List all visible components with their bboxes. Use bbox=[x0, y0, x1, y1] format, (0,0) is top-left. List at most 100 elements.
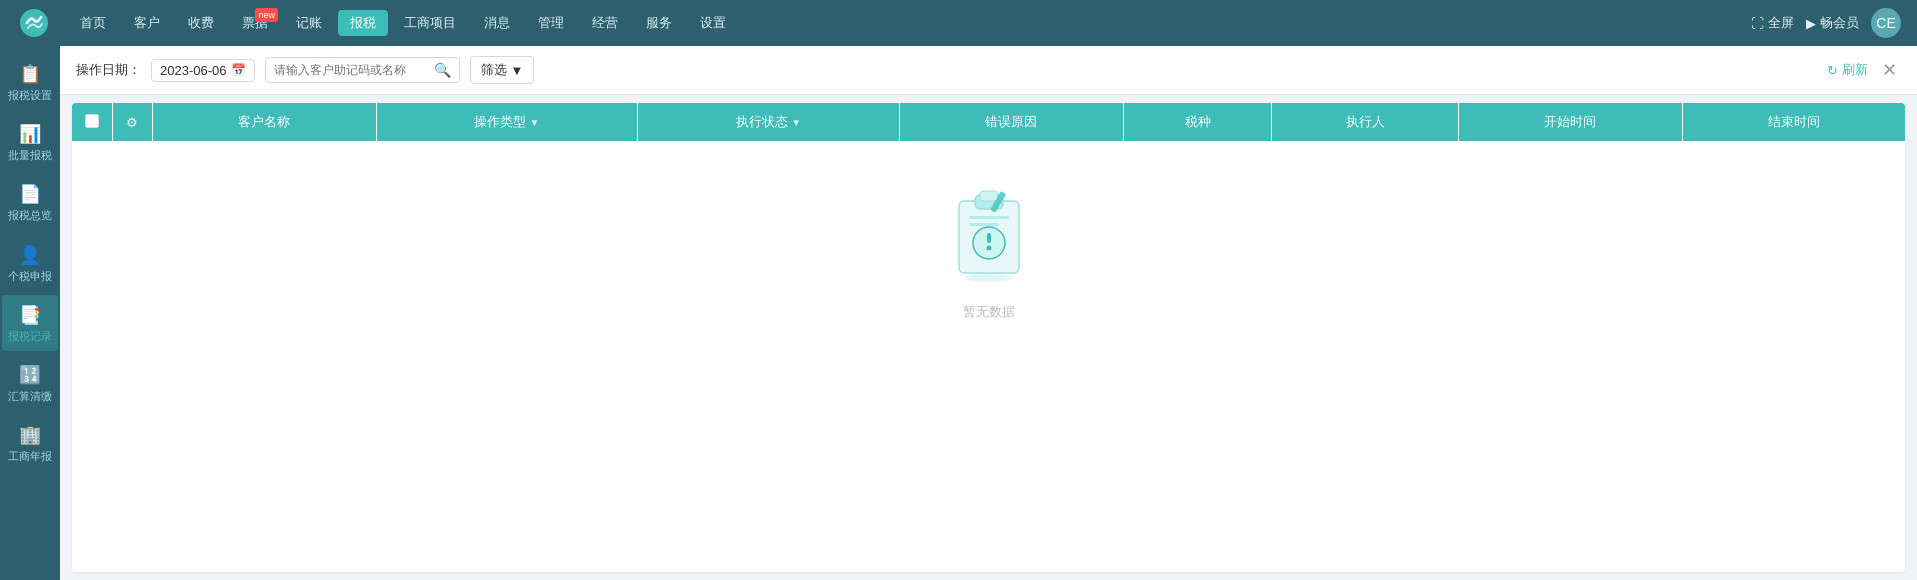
sidebar-icon-5: 🔢 bbox=[18, 363, 42, 387]
empty-illustration bbox=[939, 181, 1039, 291]
th-executor-label: 执行人 bbox=[1346, 113, 1385, 131]
sidebar-item-批量报税[interactable]: 📊 批量报税 bbox=[2, 114, 58, 170]
search-wrap: 🔍 bbox=[265, 57, 460, 83]
sidebar-icon-0: 📋 bbox=[18, 62, 42, 86]
sidebar-label-6: 工商年报 bbox=[8, 450, 52, 463]
member-label: 畅会员 bbox=[1820, 14, 1859, 32]
date-label: 操作日期： bbox=[76, 61, 141, 79]
sidebar-icon-3: 👤 bbox=[18, 243, 42, 267]
sidebar-icon-1: 📊 bbox=[18, 122, 42, 146]
nav-item-首页[interactable]: 首页 bbox=[68, 10, 118, 36]
sidebar-label-4: 报税记录 bbox=[8, 330, 52, 343]
th-start-time: 开始时间 bbox=[1458, 103, 1682, 141]
member-icon: ▶ bbox=[1806, 16, 1816, 31]
filter-operation-icon[interactable]: ▼ bbox=[529, 117, 539, 128]
nav-item-设置[interactable]: 设置 bbox=[688, 10, 738, 36]
th-operation-type-label: 操作类型 bbox=[474, 113, 526, 131]
th-end-time: 结束时间 bbox=[1682, 103, 1905, 141]
nav-item-消息[interactable]: 消息 bbox=[472, 10, 522, 36]
date-input[interactable]: 2023-06-06 📅 bbox=[151, 59, 255, 82]
refresh-button[interactable]: ↻ 刷新 bbox=[1827, 61, 1868, 79]
th-tax-type: 税种 bbox=[1124, 103, 1272, 141]
nav-item-票据[interactable]: 票据new bbox=[230, 10, 280, 36]
refresh-label: 刷新 bbox=[1842, 61, 1868, 79]
search-icon: 🔍 bbox=[434, 62, 451, 78]
content-area: 操作日期： 2023-06-06 📅 🔍 筛选 ▼ ↻ 刷新 ✕ bbox=[60, 46, 1917, 580]
svg-rect-7 bbox=[969, 216, 1009, 219]
nav-item-经营[interactable]: 经营 bbox=[580, 10, 630, 36]
nav-item-客户[interactable]: 客户 bbox=[122, 10, 172, 36]
logo[interactable] bbox=[16, 5, 52, 41]
sidebar-item-个税申报[interactable]: 👤 个税申报 bbox=[2, 235, 58, 291]
th-error-reason: 错误原因 bbox=[899, 103, 1123, 141]
th-customer-name: 客户名称 bbox=[152, 103, 376, 141]
search-input[interactable] bbox=[266, 59, 426, 81]
nav-item-服务[interactable]: 服务 bbox=[634, 10, 684, 36]
toolbar: 操作日期： 2023-06-06 📅 🔍 筛选 ▼ ↻ 刷新 ✕ bbox=[60, 46, 1917, 95]
sidebar-label-1: 批量报税 bbox=[8, 149, 52, 162]
sidebar-label-5: 汇算清缴 bbox=[8, 390, 52, 403]
top-nav: 首页客户收费票据new记账报税工商项目消息管理经营服务设置 ⛶ 全屏 ▶ 畅会员… bbox=[0, 0, 1917, 46]
chevron-down-icon: ▼ bbox=[511, 63, 524, 78]
avatar[interactable]: CE bbox=[1871, 8, 1901, 38]
th-start-time-label: 开始时间 bbox=[1544, 113, 1596, 131]
fullscreen-label: 全屏 bbox=[1768, 14, 1794, 32]
svg-rect-3 bbox=[980, 191, 998, 201]
table-wrap: ⚙ 客户名称 操作类型 ▼ 执 bbox=[72, 103, 1905, 572]
th-operation-type: 操作类型 ▼ bbox=[376, 103, 638, 141]
sidebar-item-汇算清缴[interactable]: 🔢 汇算清缴 bbox=[2, 355, 58, 411]
avatar-text: CE bbox=[1876, 15, 1895, 31]
filter-label: 筛选 bbox=[481, 61, 507, 79]
th-customer-name-label: 客户名称 bbox=[238, 113, 290, 131]
th-exec-status-label: 执行状态 bbox=[736, 113, 788, 131]
sidebar-icon-4: 📑 bbox=[18, 303, 42, 327]
sidebar-label-3: 个税申报 bbox=[8, 270, 52, 283]
main-layout: 📋 报税设置 📊 批量报税 📄 报税总览 👤 个税申报 📑 报税记录 🔢 汇算清… bbox=[0, 46, 1917, 580]
member-button[interactable]: ▶ 畅会员 bbox=[1806, 14, 1859, 32]
calendar-icon: 📅 bbox=[231, 63, 246, 77]
svg-point-12 bbox=[964, 274, 1014, 282]
data-table: ⚙ 客户名称 操作类型 ▼ 执 bbox=[72, 103, 1905, 341]
top-nav-right: ⛶ 全屏 ▶ 畅会员 CE bbox=[1751, 8, 1901, 38]
th-settings: ⚙ bbox=[112, 103, 152, 141]
svg-rect-8 bbox=[969, 223, 999, 226]
nav-item-管理[interactable]: 管理 bbox=[526, 10, 576, 36]
th-executor: 执行人 bbox=[1272, 103, 1458, 141]
sidebar-icon-2: 📄 bbox=[18, 182, 42, 206]
th-end-time-label: 结束时间 bbox=[1768, 113, 1820, 131]
nav-item-记账[interactable]: 记账 bbox=[284, 10, 334, 36]
svg-point-0 bbox=[20, 9, 48, 37]
badge-new: new bbox=[255, 8, 278, 22]
search-button[interactable]: 🔍 bbox=[426, 58, 459, 82]
fullscreen-icon: ⛶ bbox=[1751, 16, 1764, 31]
th-error-reason-label: 错误原因 bbox=[985, 113, 1037, 131]
sidebar-item-工商年报[interactable]: 🏢 工商年报 bbox=[2, 415, 58, 471]
select-all-checkbox[interactable] bbox=[85, 114, 99, 128]
svg-rect-5 bbox=[987, 233, 991, 243]
sidebar-icon-6: 🏢 bbox=[18, 423, 42, 447]
empty-state: 暂无数据 bbox=[72, 141, 1905, 341]
svg-point-6 bbox=[986, 246, 991, 251]
nav-item-报税[interactable]: 报税 bbox=[338, 10, 388, 36]
nav-item-收费[interactable]: 收费 bbox=[176, 10, 226, 36]
settings-icon[interactable]: ⚙ bbox=[126, 115, 138, 130]
date-value: 2023-06-06 bbox=[160, 63, 227, 78]
sidebar-item-报税记录[interactable]: 📑 报税记录 bbox=[2, 295, 58, 351]
refresh-icon: ↻ bbox=[1827, 63, 1838, 78]
sidebar-label-2: 报税总览 bbox=[8, 209, 52, 222]
sidebar-item-报税总览[interactable]: 📄 报税总览 bbox=[2, 174, 58, 230]
filter-exec-icon[interactable]: ▼ bbox=[791, 117, 801, 128]
fullscreen-button[interactable]: ⛶ 全屏 bbox=[1751, 14, 1794, 32]
empty-row: 暂无数据 bbox=[72, 141, 1905, 341]
nav-items: 首页客户收费票据new记账报税工商项目消息管理经营服务设置 bbox=[68, 10, 1751, 36]
th-exec-status: 执行状态 ▼ bbox=[638, 103, 900, 141]
th-tax-type-label: 税种 bbox=[1185, 113, 1211, 131]
filter-button[interactable]: 筛选 ▼ bbox=[470, 56, 535, 84]
close-button[interactable]: ✕ bbox=[1878, 59, 1901, 81]
nav-item-工商项目[interactable]: 工商项目 bbox=[392, 10, 468, 36]
sidebar-item-报税设置[interactable]: 📋 报税设置 bbox=[2, 54, 58, 110]
sidebar: 📋 报税设置 📊 批量报税 📄 报税总览 👤 个税申报 📑 报税记录 🔢 汇算清… bbox=[0, 46, 60, 580]
empty-text: 暂无数据 bbox=[963, 303, 1015, 321]
sidebar-label-0: 报税设置 bbox=[8, 89, 52, 102]
th-checkbox bbox=[72, 103, 112, 141]
